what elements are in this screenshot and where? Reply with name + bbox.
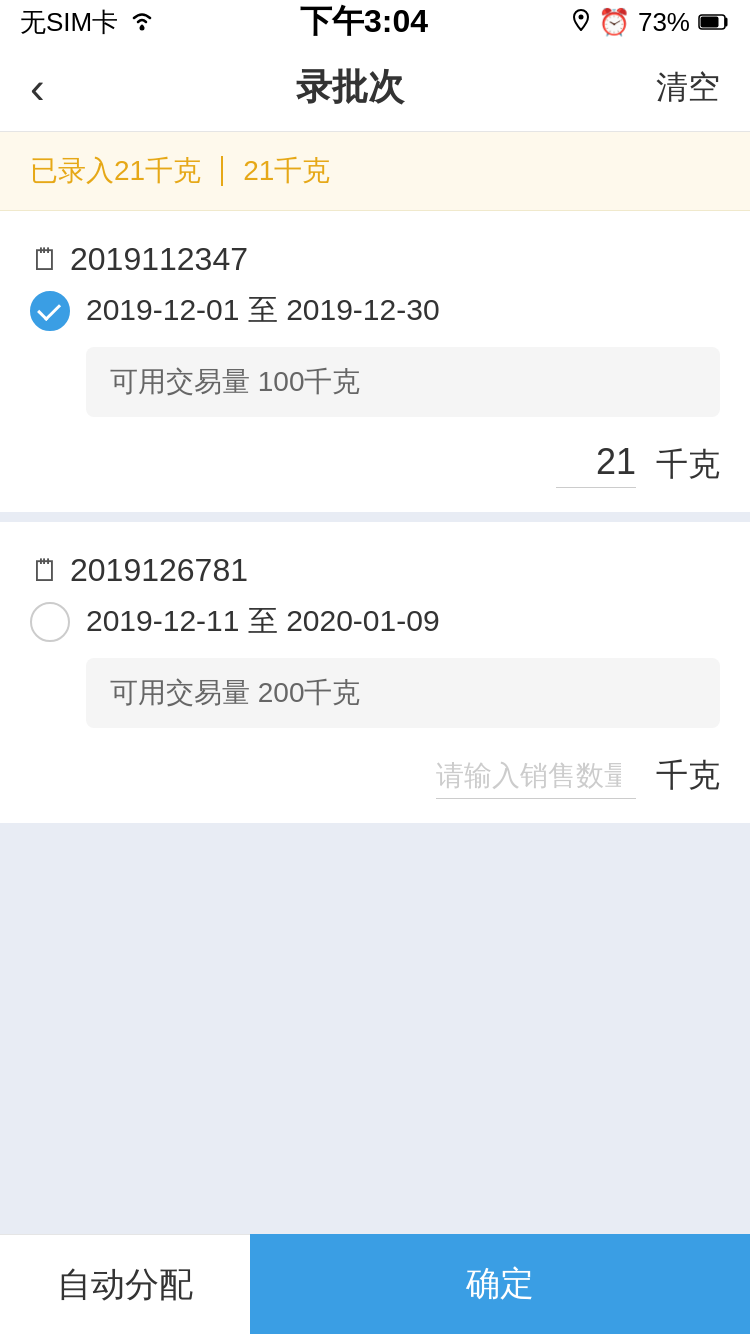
carrier-text: 无SIM卡: [20, 5, 118, 40]
batch-radio-2[interactable]: [30, 602, 70, 642]
empty-area: [0, 833, 750, 1273]
batch-volume-bar-2: 可用交易量 200千克: [86, 658, 720, 728]
batch-radio-1[interactable]: [30, 291, 70, 331]
time-display: 下午3:04: [300, 0, 428, 44]
wifi-icon: [128, 7, 156, 38]
back-button[interactable]: ‹: [30, 66, 45, 110]
batch-icon-1: 🗒: [30, 243, 60, 277]
confirm-button[interactable]: 确定: [250, 1234, 750, 1334]
batch-volume-bar-1: 可用交易量 100千克: [86, 347, 720, 417]
clear-button[interactable]: 清空: [656, 66, 720, 110]
svg-rect-3: [700, 16, 718, 27]
svg-point-0: [140, 25, 145, 30]
card-divider-1: [0, 512, 750, 522]
batch-volume-2: 可用交易量 200千克: [110, 677, 361, 708]
battery-text: 73%: [638, 7, 690, 38]
recorded-amount: 已录入21千克: [30, 152, 201, 190]
batch-header-1: 🗒 2019112347: [30, 241, 720, 278]
svg-point-1: [578, 14, 583, 19]
status-bar: 无SIM卡 下午3:04 ⏰ 73%: [0, 0, 750, 44]
card-divider-2: [0, 823, 750, 833]
nav-bar: ‹ 录批次 清空: [0, 44, 750, 132]
batch-header-2: 🗒 2019126781: [30, 552, 720, 589]
quantity-value-1: 21: [556, 441, 636, 488]
quantity-row-1: 21 千克: [0, 417, 750, 488]
page-title: 录批次: [296, 63, 404, 112]
batch-date-row-2: 2019-12-11 至 2020-01-09: [30, 601, 720, 642]
batch-date-1: 2019-12-01 至 2019-12-30: [86, 290, 440, 331]
batch-volume-1: 可用交易量 100千克: [110, 366, 361, 397]
batch-card-1: 🗒 2019112347 2019-12-01 至 2019-12-30 可用交…: [0, 211, 750, 417]
batch-date-2: 2019-12-11 至 2020-01-09: [86, 601, 440, 642]
batch-date-row-1: 2019-12-01 至 2019-12-30: [30, 290, 720, 331]
batch-icon-2: 🗒: [30, 554, 60, 588]
batch-id-1: 2019112347: [70, 241, 248, 278]
status-left: 无SIM卡: [20, 5, 156, 40]
batch-id-2: 2019126781: [70, 552, 248, 589]
info-banner: 已录入21千克 21千克: [0, 132, 750, 211]
info-divider: [221, 156, 223, 186]
location-icon: [572, 7, 590, 38]
battery-icon: [698, 7, 730, 38]
total-amount: 21千克: [243, 152, 330, 190]
quantity-input-2[interactable]: [436, 752, 636, 799]
auto-distribute-button[interactable]: 自动分配: [0, 1234, 250, 1334]
quantity-unit-1: 千克: [656, 443, 720, 487]
status-right: ⏰ 73%: [572, 7, 730, 38]
bottom-bar: 自动分配 确定: [0, 1234, 750, 1334]
batch-card-2: 🗒 2019126781 2019-12-11 至 2020-01-09 可用交…: [0, 522, 750, 728]
alarm-icon: ⏰: [598, 7, 630, 38]
cards-container: 🗒 2019112347 2019-12-01 至 2019-12-30 可用交…: [0, 211, 750, 833]
quantity-unit-2: 千克: [656, 754, 720, 798]
quantity-row-2: 千克: [0, 728, 750, 799]
